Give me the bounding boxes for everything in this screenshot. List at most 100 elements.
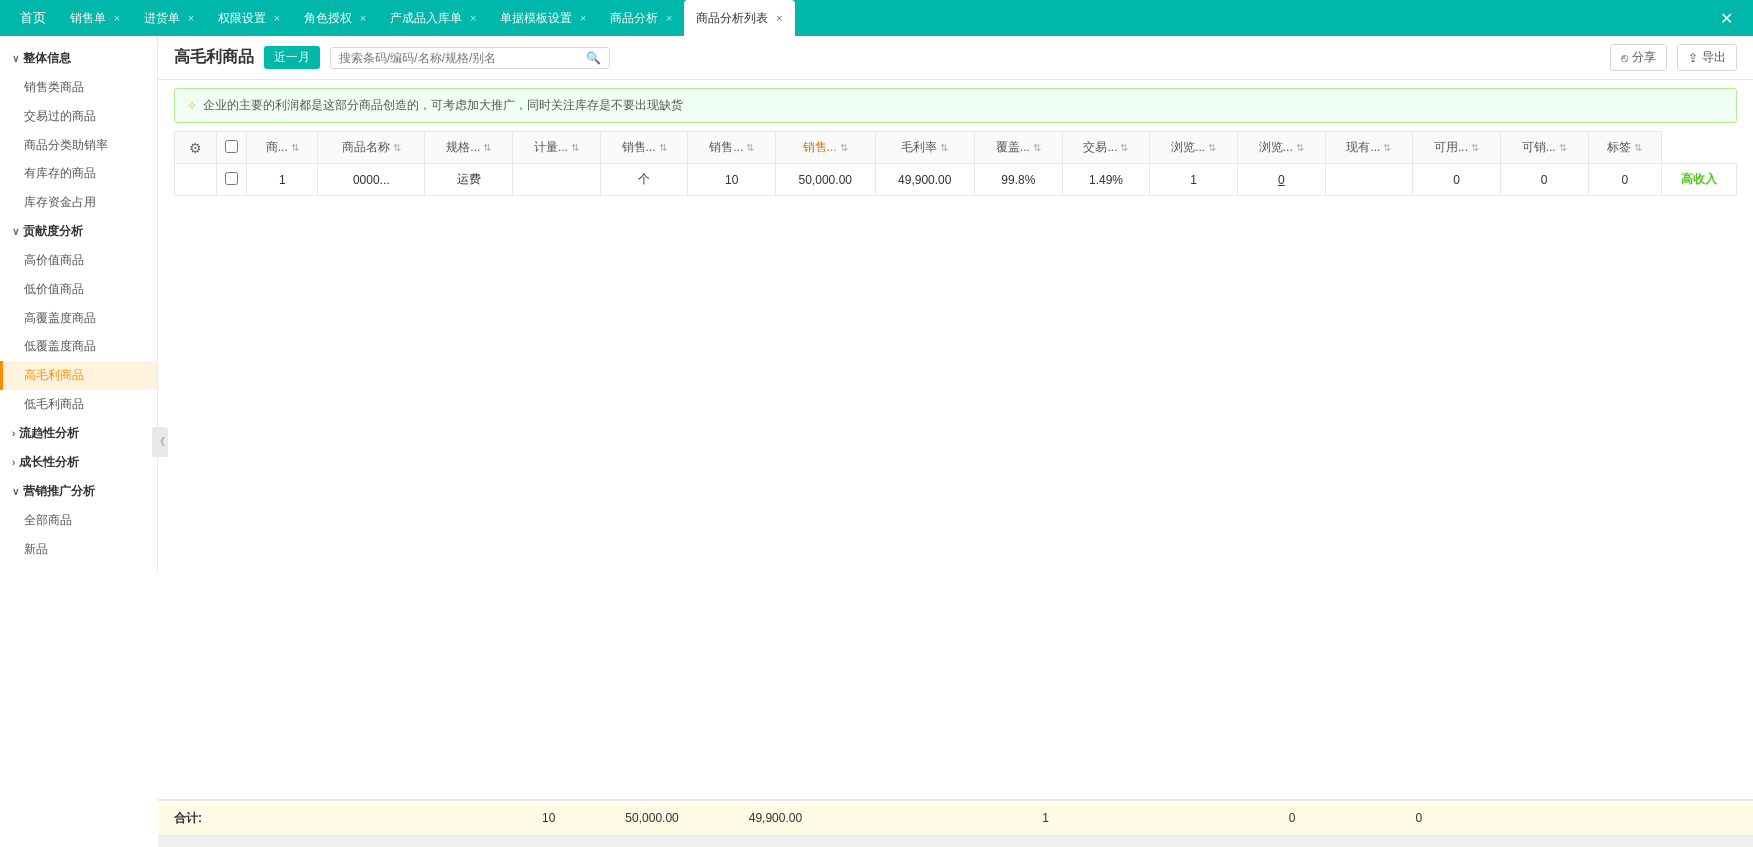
row-usable: 0	[1500, 164, 1588, 196]
page-title: 高毛利商品	[174, 47, 254, 68]
sidebar-group-trend[interactable]: › 流趋性分析	[0, 419, 157, 448]
select-all-checkbox[interactable]	[225, 140, 238, 153]
sidebar-item-new-goods[interactable]: 新品	[0, 535, 157, 564]
sidebar-item-stock-capital[interactable]: 库存资金占用	[0, 188, 157, 217]
nav-product-analysis-close[interactable]: ×	[666, 12, 672, 24]
code-col-header[interactable]: 商...⇅	[247, 132, 318, 164]
star-icon: ✧	[187, 99, 197, 113]
row-sales-amount: 50,000.00	[776, 164, 875, 196]
row-checkbox[interactable]	[225, 172, 238, 185]
sales-amount-col-header[interactable]: 销售...⇅	[688, 132, 776, 164]
coverage-col-header[interactable]: 覆盖...⇅	[975, 132, 1063, 164]
nav-product-instock[interactable]: 产成品入库单 ×	[378, 0, 488, 36]
sidebar: ∨ 整体信息 销售类商品 交易过的商品 商品分类助销率 有库存的商品 库存资金占…	[0, 36, 158, 571]
nav-role[interactable]: 角色授权 ×	[292, 0, 378, 36]
sort-icon4: ⇅	[571, 142, 579, 153]
sort-icon15: ⇅	[1559, 142, 1567, 153]
sort-icon13: ⇅	[1383, 142, 1391, 153]
sidebar-item-low-value[interactable]: 低价值商品	[0, 275, 157, 304]
nav-product-analysis-list-close[interactable]: ×	[776, 12, 782, 24]
horizontal-scrollbar[interactable]	[158, 835, 1753, 847]
browse1-col-header[interactable]: 浏览...⇅	[1150, 132, 1238, 164]
sort-icon: ⇅	[291, 142, 299, 153]
row-browse1[interactable]: 0	[1237, 164, 1325, 196]
nav-sales-close[interactable]: ×	[114, 12, 120, 24]
sort-icon9: ⇅	[1033, 142, 1041, 153]
content-header: 高毛利商品 近一月 🔍 ⎋ 分享 ⇪ 导出	[158, 36, 1753, 80]
footer-total: 合计: 10 50,000.00 49,900.00 1 0 0	[158, 799, 1753, 835]
row-coverage: 1.49%	[1062, 164, 1150, 196]
sidebar-item-high-margin[interactable]: 高毛利商品	[0, 361, 157, 390]
arrow-down-icon3: ∨	[12, 486, 19, 497]
gross-rate-col-header[interactable]: 毛利率⇅	[875, 132, 974, 164]
sort-icon3: ⇅	[483, 142, 491, 153]
table-row: 1 0000... 运费 个 10 50,000.00 49,900.00 99…	[175, 164, 1737, 196]
sidebar-group-contribution[interactable]: ∨ 贡献度分析	[0, 217, 157, 246]
usable-col-header[interactable]: 可用...⇅	[1413, 132, 1501, 164]
nav-purchase[interactable]: 进货单 ×	[132, 0, 206, 36]
settings-col-header[interactable]: ⚙	[175, 132, 217, 164]
row-checkbox-cell[interactable]	[217, 164, 247, 196]
sidebar-item-high-coverage[interactable]: 高覆盖度商品	[0, 304, 157, 333]
sidebar-item-all-goods[interactable]: 全部商品	[0, 506, 157, 535]
export-button[interactable]: ⇪ 导出	[1677, 44, 1737, 71]
row-trade: 1	[1150, 164, 1238, 196]
share-icon: ⎋	[1621, 51, 1628, 65]
sidebar-item-low-margin[interactable]: 低毛利商品	[0, 390, 157, 419]
sales-cost-col-header[interactable]: 销售...⇅	[776, 132, 875, 164]
sidebar-collapse-button[interactable]: 《	[152, 427, 168, 457]
sales-qty-col-header[interactable]: 销售...⇅	[600, 132, 688, 164]
search-box[interactable]: 🔍	[330, 47, 610, 69]
sidebar-item-high-value[interactable]: 高价值商品	[0, 246, 157, 275]
row-num: 1	[247, 164, 318, 196]
sidebar-item-traded-goods[interactable]: 交易过的商品	[0, 102, 157, 131]
nav-sales[interactable]: 销售单 ×	[58, 0, 132, 36]
spec-col-header[interactable]: 规格...⇅	[425, 132, 513, 164]
search-icon[interactable]: 🔍	[586, 51, 601, 65]
row-sales-qty: 10	[688, 164, 776, 196]
table-header-row: ⚙ 商...⇅ 商品名称⇅ 规格...⇅	[175, 132, 1737, 164]
window-close-button[interactable]: ✕	[1708, 9, 1745, 28]
share-button[interactable]: ⎋ 分享	[1610, 44, 1667, 71]
row-browse2	[1325, 164, 1413, 196]
browse2-col-header[interactable]: 浏览...⇅	[1237, 132, 1325, 164]
name-col-header[interactable]: 商品名称⇅	[318, 132, 425, 164]
arrow-down-icon: ∨	[12, 53, 19, 64]
saleable-col-header[interactable]: 可销...⇅	[1500, 132, 1588, 164]
info-banner: ✧ 企业的主要的利润都是这部分商品创造的，可考虑加大推广，同时关注库存是不要出现…	[174, 88, 1737, 123]
arrow-right-icon: ›	[12, 428, 15, 439]
nav-template-close[interactable]: ×	[580, 12, 586, 24]
nav-permission-close[interactable]: ×	[274, 12, 280, 24]
nav-role-close[interactable]: ×	[360, 12, 366, 24]
sidebar-item-low-coverage[interactable]: 低覆盖度商品	[0, 332, 157, 361]
sort-icon16: ⇅	[1634, 142, 1642, 153]
nav-product-analysis[interactable]: 商品分析 ×	[598, 0, 684, 36]
sidebar-group-growth[interactable]: › 成长性分析	[0, 448, 157, 477]
sidebar-group-marketing[interactable]: ∨ 营销推广分析	[0, 477, 157, 506]
table-wrapper: ⚙ 商...⇅ 商品名称⇅ 规格...⇅	[158, 131, 1753, 799]
row-name: 运费	[425, 164, 513, 196]
checkbox-col-header[interactable]	[217, 132, 247, 164]
nav-product-analysis-list[interactable]: 商品分析列表 ×	[684, 0, 794, 36]
row-tag: 高收入	[1661, 164, 1736, 196]
nav-template[interactable]: 单据模板设置 ×	[488, 0, 598, 36]
row-gross-rate: 99.8%	[975, 164, 1063, 196]
nav-purchase-close[interactable]: ×	[188, 12, 194, 24]
unit-col-header[interactable]: 计量...⇅	[513, 132, 601, 164]
row-saleable: 0	[1588, 164, 1661, 196]
sidebar-item-sales-goods[interactable]: 销售类商品	[0, 73, 157, 102]
date-filter-button[interactable]: 近一月	[264, 46, 320, 69]
data-table: ⚙ 商...⇅ 商品名称⇅ 规格...⇅	[174, 131, 1737, 196]
footer-saleable: 0	[1416, 811, 1423, 825]
search-input[interactable]	[339, 51, 586, 65]
nav-product-instock-close[interactable]: ×	[470, 12, 476, 24]
sidebar-item-category-assist[interactable]: 商品分类助销率	[0, 131, 157, 160]
sidebar-item-stocked-goods[interactable]: 有库存的商品	[0, 159, 157, 188]
nav-home[interactable]: 首页	[8, 0, 58, 36]
trade-col-header[interactable]: 交易...⇅	[1062, 132, 1150, 164]
tag-col-header[interactable]: 标签⇅	[1588, 132, 1661, 164]
footer-sales-amount: 50,000.00	[625, 811, 678, 825]
sidebar-group-overall[interactable]: ∨ 整体信息	[0, 44, 157, 73]
nav-permission[interactable]: 权限设置 ×	[206, 0, 292, 36]
available-col-header[interactable]: 现有...⇅	[1325, 132, 1413, 164]
